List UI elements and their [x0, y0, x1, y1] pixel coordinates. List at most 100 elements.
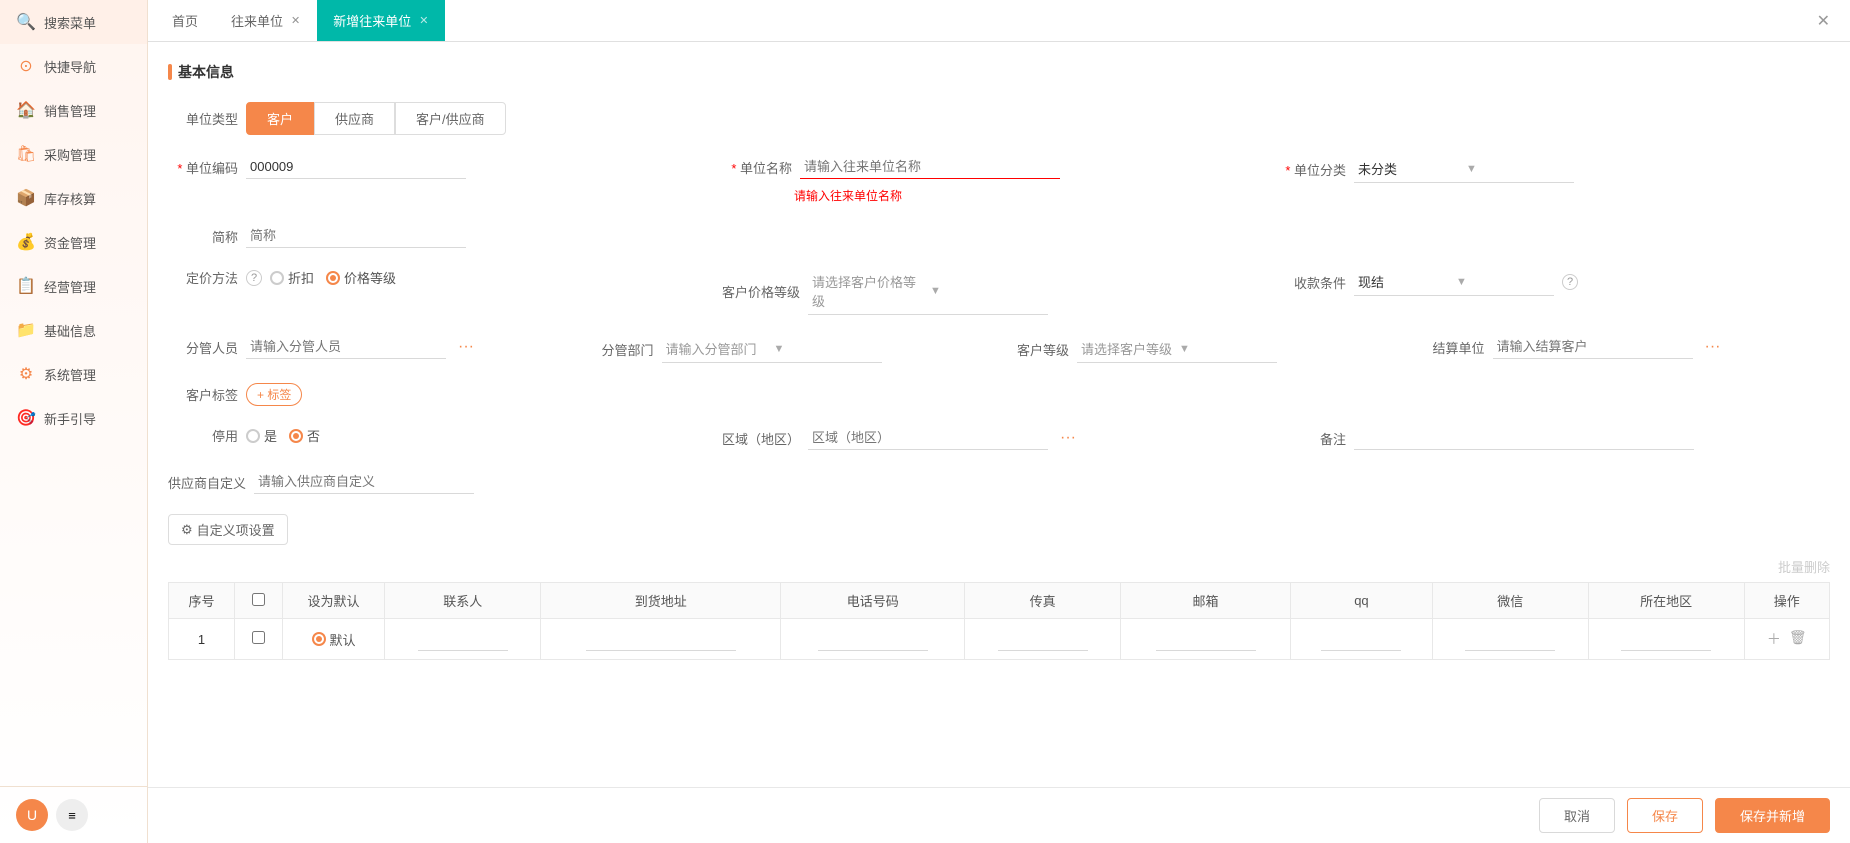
sidebar-item-purchase[interactable]: 🛍 采购管理: [0, 132, 147, 176]
user-avatar[interactable]: U: [16, 799, 48, 831]
pricing-help-icon[interactable]: ?: [246, 270, 262, 286]
td-checkbox: [235, 619, 283, 660]
sidebar-item-label: 资金管理: [44, 233, 96, 252]
address-input[interactable]: [586, 627, 736, 651]
close-tab-trading-units[interactable]: ✕: [291, 14, 300, 27]
radio-price-level[interactable]: 价格等级: [326, 268, 396, 287]
tab-new-unit[interactable]: 新增往来单位 ✕: [317, 0, 445, 41]
batch-delete-btn[interactable]: 批量删除: [1778, 557, 1830, 576]
td-seq: 1: [169, 619, 235, 660]
manager-more-btn[interactable]: ···: [454, 338, 478, 356]
customer-level-select[interactable]: 请选择客户等级 ▼: [1077, 335, 1277, 363]
guide-icon: 🎯: [16, 408, 36, 428]
remark-input[interactable]: [1354, 426, 1694, 450]
sidebar-item-sales[interactable]: 🏠 销售管理: [0, 88, 147, 132]
unit-code-input[interactable]: [246, 155, 466, 179]
th-fax: 传真: [965, 583, 1121, 619]
phone-input[interactable]: [818, 627, 928, 651]
th-contact: 联系人: [385, 583, 541, 619]
location-input[interactable]: [1621, 627, 1711, 651]
td-default: 默认: [282, 619, 385, 660]
manager-group: 分管人员 ···: [168, 335, 584, 359]
radio-disabled-no-circle: [289, 429, 303, 443]
operations-icon: 📋: [16, 276, 36, 296]
select-all-checkbox[interactable]: [252, 593, 265, 606]
qq-input[interactable]: [1321, 627, 1401, 651]
department-select[interactable]: 请输入分管部门 ▼: [662, 335, 882, 363]
radio-discount[interactable]: 折扣: [270, 268, 314, 287]
manager-input[interactable]: [246, 335, 446, 359]
btn-supplier[interactable]: 供应商: [314, 102, 395, 135]
radio-disabled-no[interactable]: 否: [289, 426, 320, 445]
save-button[interactable]: 保存: [1627, 798, 1703, 833]
department-label: 分管部门: [584, 340, 654, 359]
sidebar-item-finance[interactable]: 💰 资金管理: [0, 220, 147, 264]
custom-settings-section: ⚙ 自定义项设置: [168, 514, 1830, 545]
region-input[interactable]: [808, 426, 1048, 450]
contact-input[interactable]: [418, 627, 508, 651]
wechat-input[interactable]: [1465, 627, 1555, 651]
save-new-button[interactable]: 保存并新增: [1715, 798, 1830, 833]
customer-price-level-label: 客户价格等级: [722, 282, 800, 301]
finance-icon: 💰: [16, 232, 36, 252]
sidebar-item-inventory[interactable]: 📦 库存核算: [0, 176, 147, 220]
short-name-input[interactable]: [246, 224, 466, 248]
row-checkbox[interactable]: [252, 631, 265, 644]
btn-both[interactable]: 客户/供应商: [395, 102, 506, 135]
sidebar-item-basic-info[interactable]: 📁 基础信息: [0, 308, 147, 352]
code-name-category-row: 单位编码 单位名称 请输入往来单位名称 单位分类 未分类 ▼: [168, 155, 1830, 204]
tab-trading-units[interactable]: 往来单位 ✕: [215, 0, 317, 41]
close-tab-new-unit[interactable]: ✕: [419, 14, 428, 27]
sidebar-item-operations[interactable]: 📋 经营管理: [0, 264, 147, 308]
tab-bar: 首页 往来单位 ✕ 新增往来单位 ✕ ✕: [148, 0, 1850, 42]
radio-price-level-label: 价格等级: [344, 268, 396, 287]
payment-terms-select[interactable]: 现结 ▼: [1354, 268, 1554, 296]
sidebar-item-label: 经营管理: [44, 277, 96, 296]
sidebar-item-search[interactable]: 🔍 搜索菜单: [0, 0, 147, 44]
email-input[interactable]: [1156, 627, 1256, 651]
close-all-tabs[interactable]: ✕: [1805, 11, 1842, 31]
btn-customer[interactable]: 客户: [246, 102, 314, 135]
region-label: 区域（地区）: [722, 429, 800, 448]
custom-settings-button[interactable]: ⚙ 自定义项设置: [168, 514, 288, 545]
add-tag-button[interactable]: + 标签: [246, 383, 302, 406]
remark-label: 备注: [1276, 429, 1346, 448]
td-qq: [1291, 619, 1433, 660]
th-qq: qq: [1291, 583, 1433, 619]
gear-icon: ⚙: [181, 522, 193, 538]
sidebar-extra-btn[interactable]: ≡: [56, 799, 88, 831]
settlement-unit-more-btn[interactable]: ···: [1701, 338, 1725, 356]
unit-category-select[interactable]: 未分类 ▼: [1354, 155, 1574, 183]
main-content: 首页 往来单位 ✕ 新增往来单位 ✕ ✕ 基本信息 单位类型 客户 供应商 客户…: [148, 0, 1850, 843]
sidebar: 🔍 搜索菜单 ⊙ 快捷导航 🏠 销售管理 🛍 采购管理 📦 库存核算 💰 资金管…: [0, 0, 148, 843]
th-address: 到货地址: [541, 583, 781, 619]
unit-name-input[interactable]: [800, 155, 1060, 179]
tab-home[interactable]: 首页: [156, 0, 215, 41]
radio-price-level-circle: [326, 271, 340, 285]
radio-disabled-yes[interactable]: 是: [246, 426, 277, 445]
unit-type-row: 单位类型 客户 供应商 客户/供应商: [168, 102, 1830, 135]
cancel-button[interactable]: 取消: [1539, 798, 1615, 833]
fax-input[interactable]: [998, 627, 1088, 651]
add-row-icon[interactable]: ＋: [1767, 629, 1781, 649]
sidebar-item-system[interactable]: ⚙ 系统管理: [0, 352, 147, 396]
disabled-group: 停用 是 否: [168, 426, 722, 445]
pricing-row: 定价方法 ? 折扣 价格等级 客户价格等级 请选择客户价格等级: [168, 268, 1830, 315]
sidebar-item-guide[interactable]: 🎯 新手引导: [0, 396, 147, 440]
supplier-custom-input[interactable]: [254, 470, 474, 494]
contacts-table: 序号 设为默认 联系人 到货地址: [168, 582, 1830, 660]
radio-disabled-no-label: 否: [307, 426, 320, 445]
payment-terms-help-icon[interactable]: ?: [1562, 274, 1578, 290]
pricing-radio-group: 折扣 价格等级: [270, 268, 396, 287]
system-icon: ⚙: [16, 364, 36, 384]
payment-terms-label: 收款条件: [1276, 273, 1346, 292]
td-wechat: [1432, 619, 1588, 660]
sidebar-item-quick-nav[interactable]: ⊙ 快捷导航: [0, 44, 147, 88]
delete-row-icon[interactable]: 🗑: [1789, 629, 1807, 649]
region-more-btn[interactable]: ···: [1056, 429, 1080, 447]
bottom-bar: 取消 保存 保存并新增: [148, 787, 1850, 843]
customer-level-group: 客户等级 请选择客户等级 ▼: [999, 335, 1415, 363]
row-default-radio[interactable]: 默认: [293, 630, 375, 649]
customer-price-level-select[interactable]: 请选择客户价格等级 ▼: [808, 268, 1048, 315]
settlement-unit-input[interactable]: [1493, 335, 1693, 359]
